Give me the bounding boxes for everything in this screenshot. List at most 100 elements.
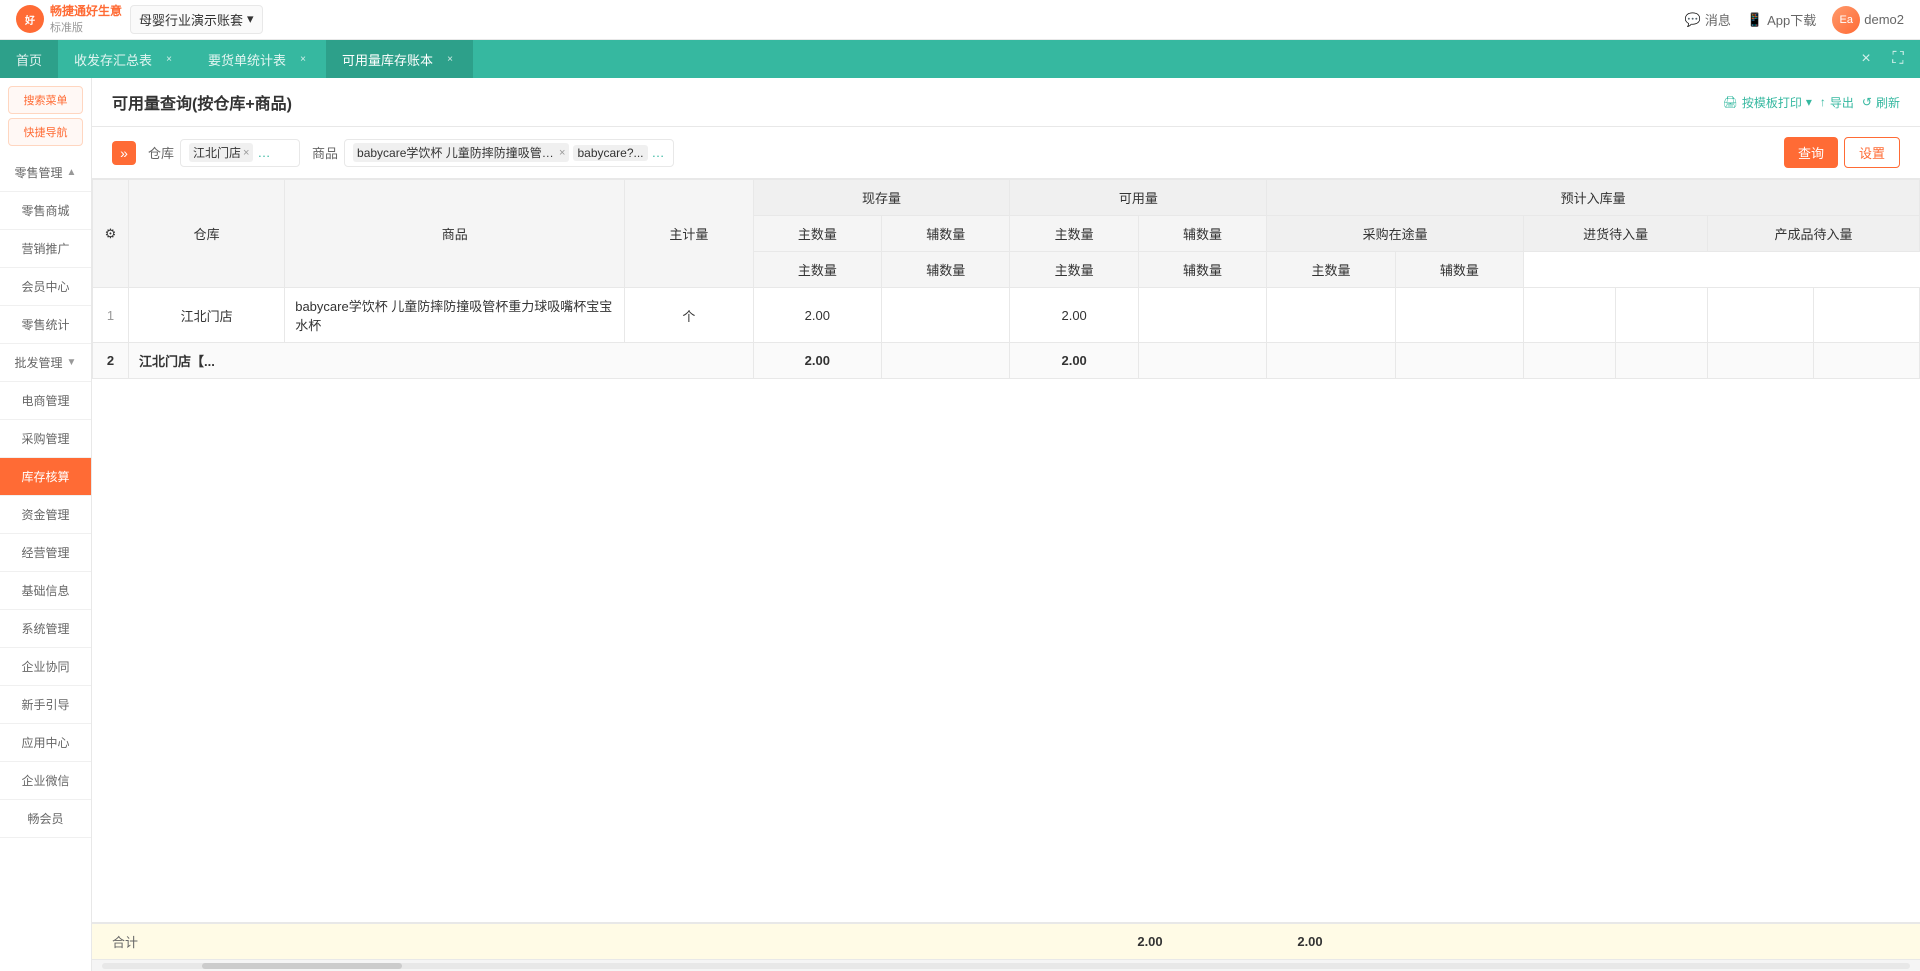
tab-available-stock-close[interactable]: ×	[443, 52, 457, 66]
logo: 好 畅捷通好生意 标准版	[16, 4, 122, 34]
sidebar-item-finance[interactable]: 资金管理	[0, 496, 91, 534]
horizontal-scrollbar-track[interactable]	[102, 963, 1910, 969]
product-filter-group: 商品 babycare学饮杯 儿童防摔防撞吸管杯重力球吸嘴杯宝宝水杯 × bab…	[312, 139, 674, 167]
chevron-up-icon: ▲	[67, 167, 77, 178]
product-tag2: babycare?...	[573, 145, 647, 161]
row-production-aux	[1814, 288, 1920, 343]
sidebar: 搜索菜单 快捷导航 零售管理 ▲ 零售商城 营销推广 会员中心 零售统计 批发管…	[0, 78, 92, 971]
top-bar-right: 💬 消息 📱 App下载 Ea demo2	[1685, 6, 1904, 34]
page-actions: 🖨 按模板打印 ▾ ↑ 导出 ↺ 刷新	[1723, 94, 1900, 111]
sidebar-item-retail-management-label: 零售管理	[15, 164, 63, 181]
table-footer: 合计 2.00 2.00	[92, 922, 1920, 959]
sidebar-item-app-center[interactable]: 应用中心	[0, 724, 91, 762]
subtotal-incoming-main	[1524, 343, 1616, 379]
warehouse-ellipsis[interactable]: …	[257, 145, 270, 160]
user-menu[interactable]: Ea demo2	[1832, 6, 1904, 34]
row-current-aux	[882, 288, 1010, 343]
predicted-header: 预计入库量	[1267, 180, 1920, 216]
sidebar-item-retail-mall-label: 零售商城	[21, 202, 69, 219]
search-menu-button[interactable]: 搜索菜单	[8, 86, 83, 114]
close-all-tabs-button[interactable]: ×	[1852, 45, 1880, 73]
message-icon: 💬	[1685, 12, 1701, 28]
tab-home[interactable]: 首页	[0, 40, 58, 78]
sidebar-item-retail-mall[interactable]: 零售商城	[0, 192, 91, 230]
sidebar-item-basic-info[interactable]: 基础信息	[0, 572, 91, 610]
message-button[interactable]: 💬 消息	[1685, 10, 1731, 29]
settings-button[interactable]: 设置	[1844, 137, 1900, 168]
row-product: babycare学饮杯 儿童防摔防撞吸管杯重力球吸嘴杯宝宝水杯	[285, 288, 625, 343]
sidebar-item-chang-member-label: 畅会员	[27, 810, 63, 827]
available-aux-header: 辅数量	[1138, 216, 1266, 252]
sidebar-item-marketing[interactable]: 营销推广	[0, 230, 91, 268]
product-tag: babycare学饮杯 儿童防摔防撞吸管杯重力球吸嘴杯宝宝水杯 ×	[353, 143, 569, 162]
product-tag2-value: babycare?...	[577, 146, 643, 160]
fullscreen-button[interactable]: ⛶	[1884, 45, 1912, 73]
sidebar-item-retail-stats-label: 零售统计	[21, 316, 69, 333]
message-label: 消息	[1705, 10, 1731, 29]
unit-header: 主计量	[625, 180, 753, 288]
tab-receive-summary-close[interactable]: ×	[162, 52, 176, 66]
refresh-button[interactable]: ↺ 刷新	[1862, 94, 1900, 111]
production-header: 产成品待入量	[1708, 216, 1920, 252]
sidebar-item-enterprise-wechat[interactable]: 企业微信	[0, 762, 91, 800]
sidebar-item-chang-member[interactable]: 畅会员	[0, 800, 91, 838]
app-download-label: App下载	[1767, 10, 1816, 29]
horizontal-scrollbar-thumb[interactable]	[202, 963, 402, 969]
product-ellipsis[interactable]: …	[652, 145, 665, 160]
footer-label: 合计	[102, 932, 138, 951]
sidebar-item-member-center[interactable]: 会员中心	[0, 268, 91, 306]
tab-order-statistics[interactable]: 要货单统计表 ×	[192, 40, 326, 78]
expand-icon: »	[120, 145, 128, 161]
subtotal-purchase-aux	[1395, 343, 1523, 379]
product-tag-value: babycare学饮杯 儿童防摔防撞吸管杯重力球吸嘴杯宝宝水杯	[357, 144, 557, 161]
chevron-down-icon: ▼	[67, 357, 77, 368]
sidebar-item-inventory-accounting[interactable]: 库存核算	[0, 458, 91, 496]
filter-actions-right: 查询 设置	[1784, 137, 1900, 168]
quick-nav-button[interactable]: 快捷导航	[8, 118, 83, 146]
sidebar-item-system-management[interactable]: 系统管理	[0, 610, 91, 648]
sidebar-item-wholesale-management[interactable]: 批发管理 ▼	[0, 344, 91, 382]
incoming-aux-header: 辅数量	[1138, 252, 1266, 288]
export-button[interactable]: ↑ 导出	[1820, 94, 1854, 111]
sidebar-item-basic-info-label: 基础信息	[21, 582, 69, 599]
username: demo2	[1864, 12, 1904, 27]
filter-expand-button[interactable]: »	[112, 141, 136, 165]
sidebar-item-member-center-label: 会员中心	[21, 278, 69, 295]
tab-available-stock[interactable]: 可用量库存账本 ×	[326, 40, 473, 78]
subtotal-current-aux	[882, 343, 1010, 379]
sidebar-item-business-management[interactable]: 经营管理	[0, 534, 91, 572]
tab-order-statistics-close[interactable]: ×	[296, 52, 310, 66]
current-stock-header: 现存量	[753, 180, 1010, 216]
sidebar-item-retail-stats[interactable]: 零售统计	[0, 306, 91, 344]
subtotal-production-main	[1708, 343, 1814, 379]
footer-available-main: 2.00	[1270, 934, 1350, 949]
subtotal-current-main: 2.00	[753, 343, 881, 379]
sidebar-item-marketing-label: 营销推广	[21, 240, 69, 257]
app-download-button[interactable]: 📱 App下载	[1747, 10, 1816, 29]
nav-tabs: 首页 收发存汇总表 × 要货单统计表 × 可用量库存账本 × × ⛶	[0, 40, 1920, 78]
sidebar-item-finance-label: 资金管理	[21, 506, 69, 523]
current-aux-header: 辅数量	[882, 216, 1010, 252]
settings-header[interactable]: ⚙	[93, 180, 129, 288]
sidebar-item-ecommerce[interactable]: 电商管理	[0, 382, 91, 420]
sidebar-item-purchase-management[interactable]: 采购管理	[0, 420, 91, 458]
sidebar-item-enterprise-collaboration[interactable]: 企业协同	[0, 648, 91, 686]
tab-available-stock-label: 可用量库存账本	[342, 50, 433, 69]
product-input[interactable]: babycare学饮杯 儿童防摔防撞吸管杯重力球吸嘴杯宝宝水杯 × babyca…	[344, 139, 673, 167]
industry-selector[interactable]: 母婴行业演示账套 ▾	[130, 5, 263, 34]
product-tag-remove[interactable]: ×	[559, 147, 565, 159]
query-button[interactable]: 查询	[1784, 137, 1838, 168]
warehouse-filter-label: 仓库	[148, 143, 174, 162]
sidebar-item-onboarding[interactable]: 新手引导	[0, 686, 91, 724]
tab-receive-summary[interactable]: 收发存汇总表 ×	[58, 40, 192, 78]
row-unit: 个	[625, 288, 753, 343]
warehouse-tag-remove[interactable]: ×	[243, 147, 249, 159]
warehouse-header: 仓库	[129, 180, 285, 288]
print-icon: 🖨	[1723, 95, 1738, 109]
print-button[interactable]: 🖨 按模板打印 ▾	[1723, 94, 1812, 111]
sidebar-item-retail-management[interactable]: 零售管理 ▲	[0, 154, 91, 192]
warehouse-input[interactable]: 江北门店 × …	[180, 139, 300, 167]
incoming-main-header: 主数量	[1010, 252, 1138, 288]
row-production-main	[1708, 288, 1814, 343]
logo-text: 畅捷通好生意	[50, 4, 122, 18]
